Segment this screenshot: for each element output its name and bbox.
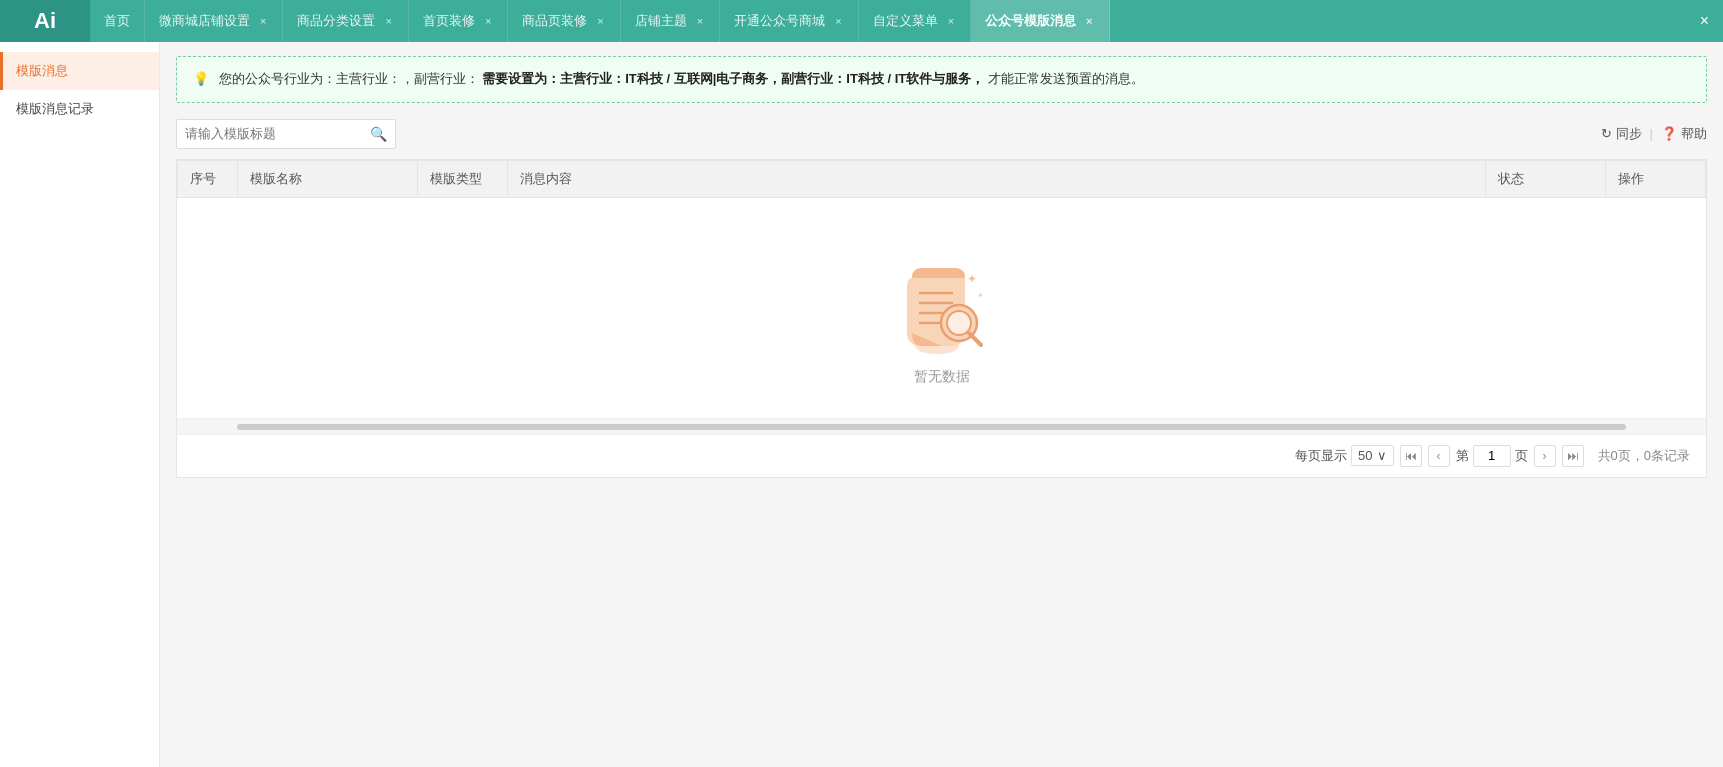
search-input[interactable] (185, 126, 370, 141)
svg-text:✦: ✦ (977, 291, 984, 300)
page-unit: 页 (1515, 447, 1528, 465)
nav-tab-custom-menu[interactable]: 自定义菜单× (859, 0, 971, 42)
global-close-button[interactable]: × (1686, 0, 1723, 42)
divider: | (1650, 126, 1653, 141)
notice-prefix: 您的公众号行业为：主营行业：，副营行业： (219, 71, 479, 86)
table-header-row: 序号模版名称模版类型消息内容状态操作 (178, 160, 1706, 197)
close-tab-shop-theme[interactable]: × (695, 14, 705, 28)
page-size-select: 每页显示 50 ∨ (1295, 445, 1393, 466)
total-info: 共0页，0条记录 (1598, 447, 1690, 465)
nav-tab-product-cat[interactable]: 商品分类设置× (283, 0, 408, 42)
search-input-wrap[interactable]: 🔍 (176, 119, 396, 149)
per-page-label: 每页显示 (1295, 447, 1347, 465)
page-input-wrap: 第 页 (1456, 445, 1528, 467)
empty-illustration: ✦ ✦ (887, 258, 997, 368)
notice-box: 💡 您的公众号行业为：主营行业：，副营行业： 需要设置为：主营行业：IT科技 /… (176, 56, 1707, 103)
col-header-status: 状态 (1486, 160, 1606, 197)
search-actions: ↻ 同步 | ❓ 帮助 (1601, 125, 1707, 143)
last-page-button[interactable]: ⏭ (1562, 445, 1584, 467)
help-button[interactable]: ❓ 帮助 (1661, 125, 1707, 143)
next-page-button[interactable]: › (1534, 445, 1556, 467)
main-layout: 模版消息模版消息记录 💡 您的公众号行业为：主营行业：，副营行业： 需要设置为：… (0, 42, 1723, 767)
scrollbar-track[interactable] (237, 424, 1626, 430)
col-header-action: 操作 (1606, 160, 1706, 197)
close-tab-product-decor[interactable]: × (595, 14, 605, 28)
nav-tab-shop-theme[interactable]: 店铺主题× (621, 0, 720, 42)
search-row: 🔍 ↻ 同步 | ❓ 帮助 (176, 119, 1707, 149)
svg-point-6 (947, 311, 971, 335)
sidebar: 模版消息模版消息记录 (0, 42, 160, 767)
sync-label: 同步 (1616, 125, 1642, 143)
nav-tab-micro-shop[interactable]: 微商城店铺设置× (145, 0, 283, 42)
close-tab-home-decor[interactable]: × (483, 14, 493, 28)
search-icon[interactable]: 🔍 (370, 126, 387, 142)
data-table: 序号模版名称模版类型消息内容状态操作 (177, 160, 1706, 416)
nav-tab-home[interactable]: 首页 (90, 0, 145, 42)
page-label: 第 (1456, 447, 1469, 465)
top-nav: Ai 首页微商城店铺设置×商品分类设置×首页装修×商品页装修×店铺主题×开通公众… (0, 0, 1723, 42)
table-wrapper: 序号模版名称模版类型消息内容状态操作 (176, 159, 1707, 478)
prev-page-button[interactable]: ‹ (1428, 445, 1450, 467)
svg-text:✦: ✦ (967, 272, 977, 286)
help-icon: ❓ (1661, 126, 1677, 141)
empty-text: 暂无数据 (178, 368, 1706, 386)
notice-suffix: 才能正常发送预置的消息。 (988, 71, 1144, 86)
close-tab-custom-menu[interactable]: × (946, 14, 956, 28)
nav-tabs: 首页微商城店铺设置×商品分类设置×首页装修×商品页装修×店铺主题×开通公众号商城… (90, 0, 1686, 42)
close-tab-template-msg[interactable]: × (1084, 14, 1094, 28)
col-header-seq: 序号 (178, 160, 238, 197)
empty-state: ✦ ✦ 暂无数据 (178, 198, 1706, 416)
content-area: 💡 您的公众号行业为：主营行业：，副营行业： 需要设置为：主营行业：IT科技 /… (160, 42, 1723, 767)
horizontal-scrollbar[interactable] (177, 418, 1706, 434)
sidebar-item-template-msg[interactable]: 模版消息 (0, 52, 159, 90)
table-head: 序号模版名称模版类型消息内容状态操作 (178, 160, 1706, 197)
first-page-button[interactable]: ⏮ (1400, 445, 1422, 467)
page-size-dropdown[interactable]: 50 ∨ (1351, 445, 1393, 466)
page-number-input[interactable] (1473, 445, 1511, 467)
svg-line-7 (969, 333, 981, 345)
nav-tab-product-decor[interactable]: 商品页装修× (508, 0, 620, 42)
sync-icon: ↻ (1601, 126, 1612, 141)
pagination-row: 每页显示 50 ∨ ⏮ ‹ 第 页 › ⏭ 共0页，0条记录 (177, 434, 1706, 477)
nav-tab-home-decor[interactable]: 首页装修× (409, 0, 508, 42)
sync-button[interactable]: ↻ 同步 (1601, 125, 1642, 143)
sidebar-item-template-log[interactable]: 模版消息记录 (0, 90, 159, 128)
app-logo: Ai (0, 0, 90, 42)
table-body: ✦ ✦ 暂无数据 (178, 197, 1706, 416)
col-header-name: 模版名称 (238, 160, 418, 197)
close-tab-open-mall[interactable]: × (833, 14, 843, 28)
table-empty-row: ✦ ✦ 暂无数据 (178, 197, 1706, 416)
nav-tab-template-msg[interactable]: 公众号模版消息× (971, 0, 1109, 42)
close-tab-product-cat[interactable]: × (383, 14, 393, 28)
nav-tab-open-mall[interactable]: 开通公众号商城× (720, 0, 858, 42)
col-header-content: 消息内容 (508, 160, 1486, 197)
close-tab-micro-shop[interactable]: × (258, 14, 268, 28)
help-label: 帮助 (1681, 125, 1707, 143)
notice-highlight: 需要设置为：主营行业：IT科技 / 互联网|电子商务，副营行业：IT科技 / I… (482, 71, 984, 86)
dropdown-chevron-icon: ∨ (1377, 448, 1387, 463)
per-page-value: 50 (1358, 448, 1372, 463)
notice-icon: 💡 (193, 71, 209, 86)
col-header-type: 模版类型 (418, 160, 508, 197)
